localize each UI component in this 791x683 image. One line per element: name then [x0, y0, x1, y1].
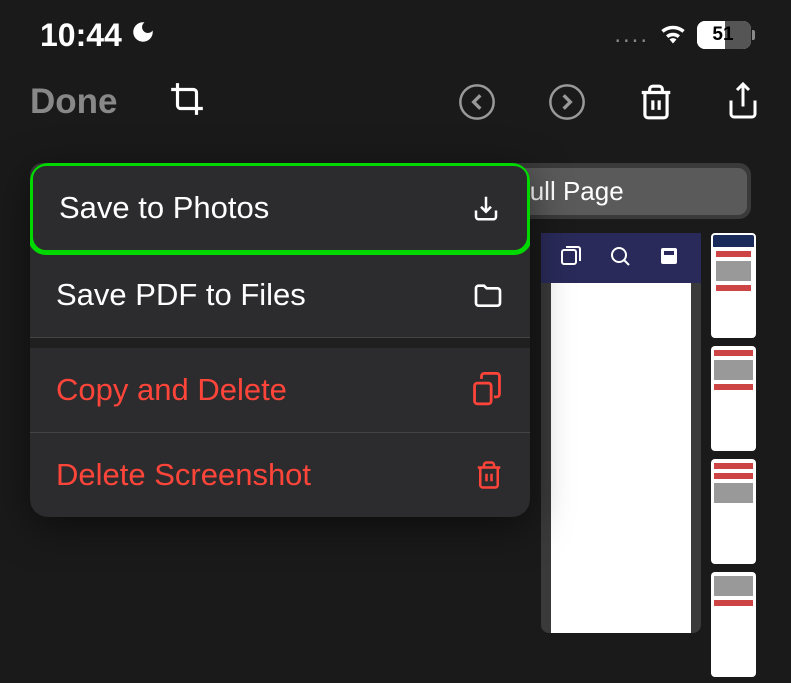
wifi-icon — [659, 22, 687, 49]
search-icon — [608, 244, 632, 273]
page-thumbnail[interactable] — [711, 346, 756, 451]
editor-toolbar: Done — [0, 70, 791, 163]
trash-icon — [474, 458, 504, 492]
delete-screenshot-item[interactable]: Delete Screenshot — [30, 433, 530, 517]
download-icon — [471, 192, 501, 224]
done-button[interactable]: Done — [30, 82, 118, 122]
thumbnail-strip — [711, 233, 756, 683]
menu-separator — [30, 338, 530, 348]
copy-and-delete-item[interactable]: Copy and Delete — [30, 348, 530, 433]
folder-icon — [472, 281, 504, 309]
page-thumbnail[interactable] — [711, 233, 756, 338]
status-bar: 10:44 .... 51 — [0, 0, 791, 70]
preview-content — [551, 283, 691, 633]
moon-icon — [130, 19, 156, 52]
copy-trash-icon — [470, 372, 504, 408]
crop-icon[interactable] — [168, 80, 206, 123]
page-thumbnail[interactable] — [711, 459, 756, 564]
menu-item-label: Copy and Delete — [56, 372, 287, 408]
menu-item-label: Save PDF to Files — [56, 277, 306, 313]
battery-level-label: 51 — [701, 24, 745, 46]
preview-nav-bar — [541, 233, 701, 283]
page-thumbnail[interactable] — [711, 572, 756, 677]
time-label: 10:44 — [40, 17, 122, 54]
save-to-photos-item[interactable]: Save to Photos — [30, 163, 530, 255]
action-menu: Save to Photos Save PDF to Files Copy an… — [30, 163, 530, 517]
status-left: 10:44 — [40, 17, 156, 54]
status-right: .... 51 — [614, 21, 751, 49]
save-pdf-item[interactable]: Save PDF to Files — [30, 253, 530, 338]
tabs-icon — [559, 244, 583, 273]
trash-button[interactable] — [637, 82, 675, 122]
cellular-dots-icon: .... — [614, 21, 649, 49]
share-button[interactable] — [725, 81, 761, 123]
menu-item-label: Save to Photos — [59, 190, 269, 226]
undo-button[interactable] — [457, 82, 497, 122]
redo-button[interactable] — [547, 82, 587, 122]
menu-item-label: Delete Screenshot — [56, 457, 311, 493]
battery-indicator: 51 — [697, 21, 751, 49]
page-preview — [541, 233, 701, 633]
window-icon — [657, 244, 681, 273]
